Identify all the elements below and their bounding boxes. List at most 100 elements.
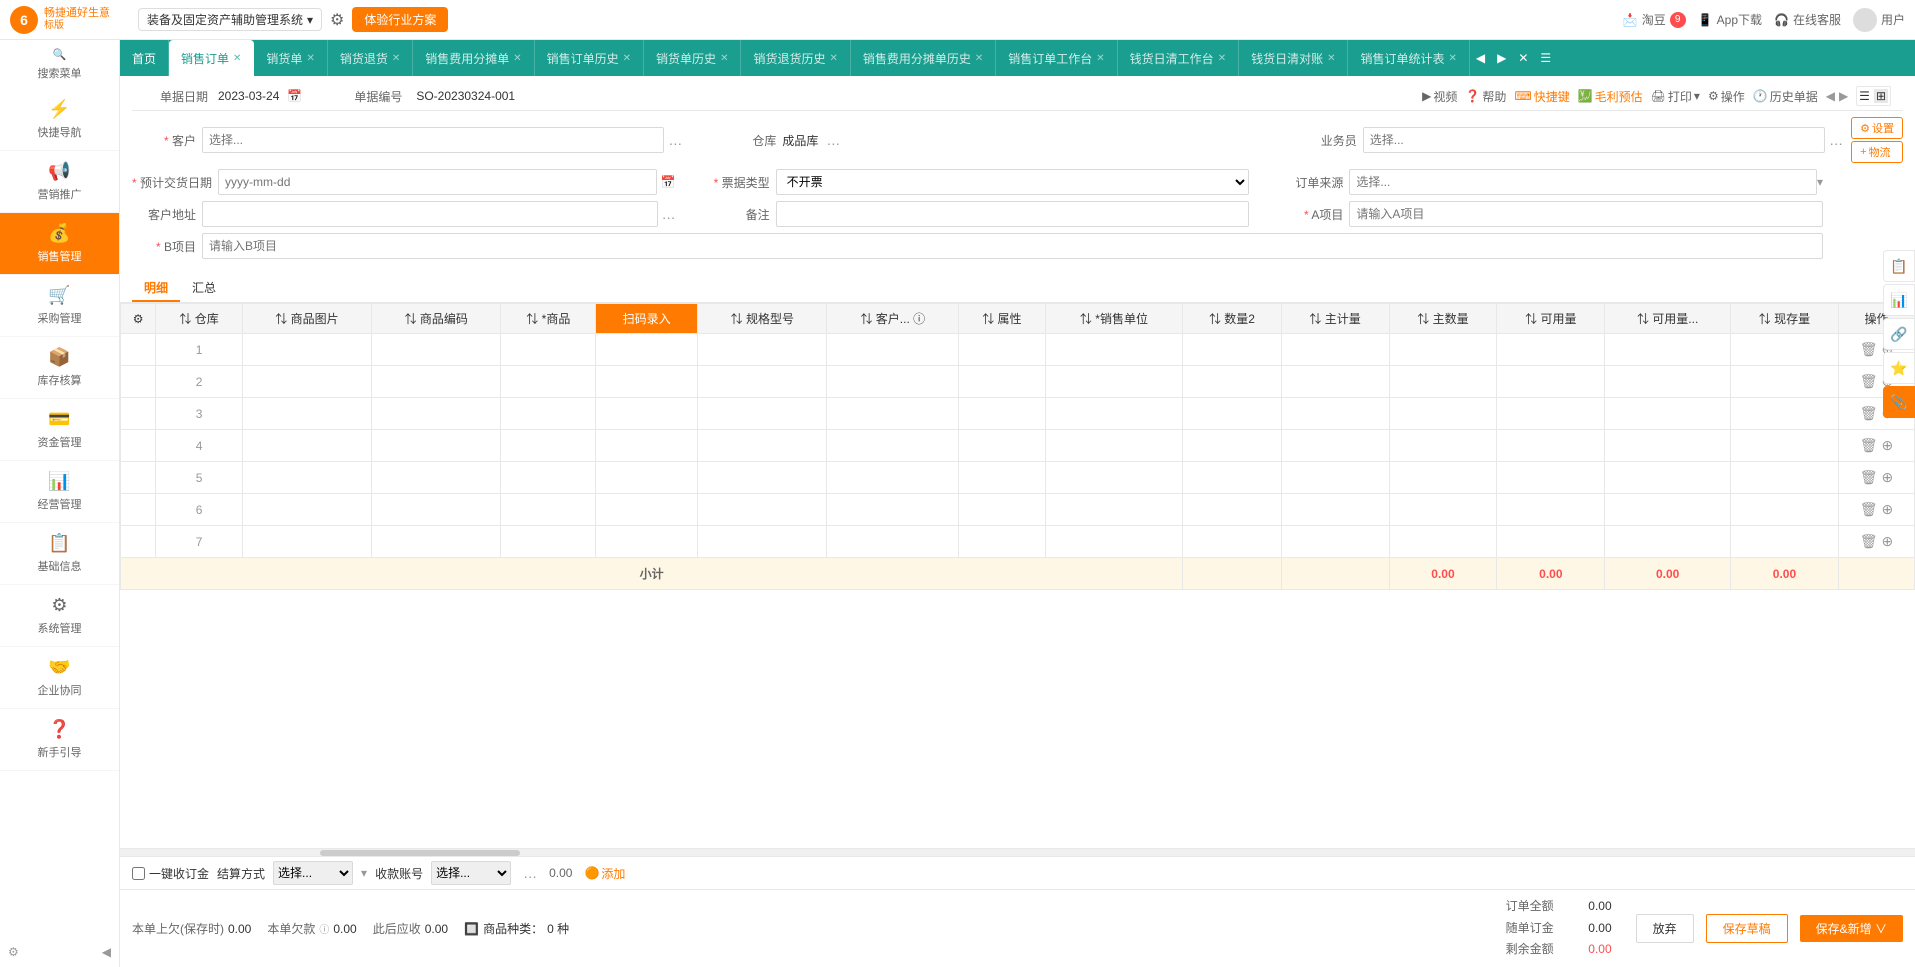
discard-button[interactable]: 放弃 [1636, 914, 1694, 943]
tab-credit-daily[interactable]: 钱货日清工作台 ✕ [1118, 40, 1239, 76]
cell-0[interactable] [242, 526, 371, 558]
cell-10[interactable] [1389, 366, 1497, 398]
cell-9[interactable] [1281, 398, 1389, 430]
cell-0[interactable] [242, 430, 371, 462]
sidebar-item-operation[interactable]: 📊 经营管理 [0, 461, 119, 523]
tab-close-credit-daily[interactable]: ✕ [1218, 53, 1226, 64]
cell-8[interactable] [1183, 334, 1281, 366]
collect-deposit-checkbox[interactable]: 一键收订金 [132, 865, 209, 882]
tab-workbench[interactable]: 销售订单工作台 ✕ [996, 40, 1117, 76]
tab-fee-split-history[interactable]: 销售费用分摊单历史 ✕ [851, 40, 996, 76]
cell-12[interactable] [1605, 462, 1731, 494]
cell-3[interactable] [596, 462, 698, 494]
cell-7[interactable] [1045, 398, 1183, 430]
delete-row-icon[interactable]: 🗑 [1860, 341, 1878, 358]
delete-row-icon[interactable]: 🗑 [1860, 437, 1878, 454]
b-project-input[interactable] [202, 233, 1823, 259]
cell-13[interactable] [1731, 334, 1839, 366]
tab-close-workbench[interactable]: ✕ [1096, 53, 1104, 64]
cell-4[interactable] [698, 366, 827, 398]
col-attr[interactable]: ⇅ 属性 [959, 304, 1045, 334]
col-main-qty[interactable]: ⇅ 主数量 [1389, 304, 1497, 334]
sidebar-item-system[interactable]: ⚙ 系统管理 [0, 585, 119, 647]
cell-2[interactable] [501, 366, 596, 398]
right-icon-5[interactable]: 📎 [1883, 386, 1915, 418]
cell-5[interactable] [827, 526, 959, 558]
cell-9[interactable] [1281, 526, 1389, 558]
cell-13[interactable] [1731, 430, 1839, 462]
print-btn[interactable]: 🖨 打印 ▾ [1651, 88, 1700, 105]
cell-8[interactable] [1183, 430, 1281, 462]
cell-5[interactable] [827, 494, 959, 526]
cell-6[interactable] [959, 462, 1045, 494]
copy-row-icon[interactable]: ⊕ [1881, 437, 1893, 454]
tab-sales-order[interactable]: 销售订单 ✕ [169, 40, 254, 76]
sidebar-item-search-menu[interactable]: 🔍 搜索菜单 [0, 40, 119, 89]
copy-row-icon[interactable]: ⊕ [1881, 533, 1893, 550]
col-code[interactable]: ⇅ 商品编码 [372, 304, 501, 334]
delete-row-icon[interactable]: 🗑 [1860, 469, 1878, 486]
cell-0[interactable] [242, 334, 371, 366]
cell-4[interactable] [698, 430, 827, 462]
cell-11[interactable] [1497, 366, 1605, 398]
col-image[interactable]: ⇅ 商品图片 [242, 304, 371, 334]
cell-10[interactable] [1389, 334, 1497, 366]
sidebar-item-purchase[interactable]: 🛒 采购管理 [0, 275, 119, 337]
col-product[interactable]: ⇅ *商品 [501, 304, 596, 334]
a-project-input[interactable] [1349, 201, 1823, 227]
remark-input[interactable] [776, 201, 1250, 227]
settlement-select[interactable]: 选择... [273, 861, 353, 885]
cell-3[interactable] [596, 526, 698, 558]
cell-8[interactable] [1183, 366, 1281, 398]
cell-5[interactable] [827, 462, 959, 494]
account-select[interactable]: 选择... [431, 861, 511, 885]
cell-8[interactable] [1183, 398, 1281, 430]
delivery-date-input[interactable] [218, 169, 657, 195]
sidebar-item-quick-nav[interactable]: ⚡ 快捷导航 [0, 89, 119, 151]
cell-2[interactable] [501, 430, 596, 462]
col-scan[interactable]: 扫码录入 [596, 304, 698, 334]
cell-9[interactable] [1281, 334, 1389, 366]
cell-9[interactable] [1281, 494, 1389, 526]
col-settings[interactable]: ⚙ [121, 304, 156, 334]
sidebar-settings-icon[interactable]: ⚙ [8, 945, 19, 959]
cell-1[interactable] [372, 398, 501, 430]
sidebar-item-capital[interactable]: 💳 资金管理 [0, 399, 119, 461]
sidebar-item-sales[interactable]: 💰 销售管理 [0, 213, 119, 275]
cell-5[interactable] [827, 366, 959, 398]
cell-6[interactable] [959, 526, 1045, 558]
card-view-icon[interactable]: ⊞ [1874, 89, 1888, 103]
cell-13[interactable] [1731, 398, 1839, 430]
cell-4[interactable] [698, 494, 827, 526]
copy-row-icon[interactable]: ⊕ [1881, 469, 1893, 486]
tab-close-fee-split-history[interactable]: ✕ [975, 53, 983, 64]
tab-return-history[interactable]: 销货单历史 ✕ [644, 40, 741, 76]
right-icon-1[interactable]: 📋 [1883, 250, 1915, 282]
view-btn[interactable]: ▶ 视频 [1422, 88, 1457, 105]
tab-home[interactable]: 首页 [120, 40, 169, 76]
cell-11[interactable] [1497, 462, 1605, 494]
address-dots-icon[interactable]: … [662, 206, 676, 222]
customer-input[interactable] [202, 127, 664, 153]
customer-address-input[interactable] [202, 201, 658, 227]
right-icon-4[interactable]: ⭐ [1883, 352, 1915, 384]
right-icon-2[interactable]: 📊 [1883, 284, 1915, 316]
tab-credit-account[interactable]: 钱货日清对账 ✕ [1239, 40, 1348, 76]
cell-4[interactable] [698, 462, 827, 494]
tab-summary[interactable]: 汇总 [180, 275, 228, 302]
tab-close-fee-split[interactable]: ✕ [513, 53, 521, 64]
salesperson-dots-icon[interactable]: … [1829, 132, 1843, 148]
cell-7[interactable] [1045, 462, 1183, 494]
account-dots-icon[interactable]: … [523, 865, 537, 881]
cell-10[interactable] [1389, 398, 1497, 430]
add-payment-btn[interactable]: 🟠 添加 [584, 865, 625, 882]
tab-next-btn[interactable]: ▶ [1491, 51, 1512, 65]
settings-btn[interactable]: ⚙ 设置 [1851, 117, 1903, 139]
cell-1[interactable] [372, 526, 501, 558]
delete-row-icon[interactable]: 🗑 [1860, 501, 1878, 518]
operation-btn[interactable]: ⚙ 操作 [1708, 88, 1745, 105]
cell-3[interactable] [596, 398, 698, 430]
cell-11[interactable] [1497, 430, 1605, 462]
cell-4[interactable] [698, 526, 827, 558]
cell-6[interactable] [959, 398, 1045, 430]
